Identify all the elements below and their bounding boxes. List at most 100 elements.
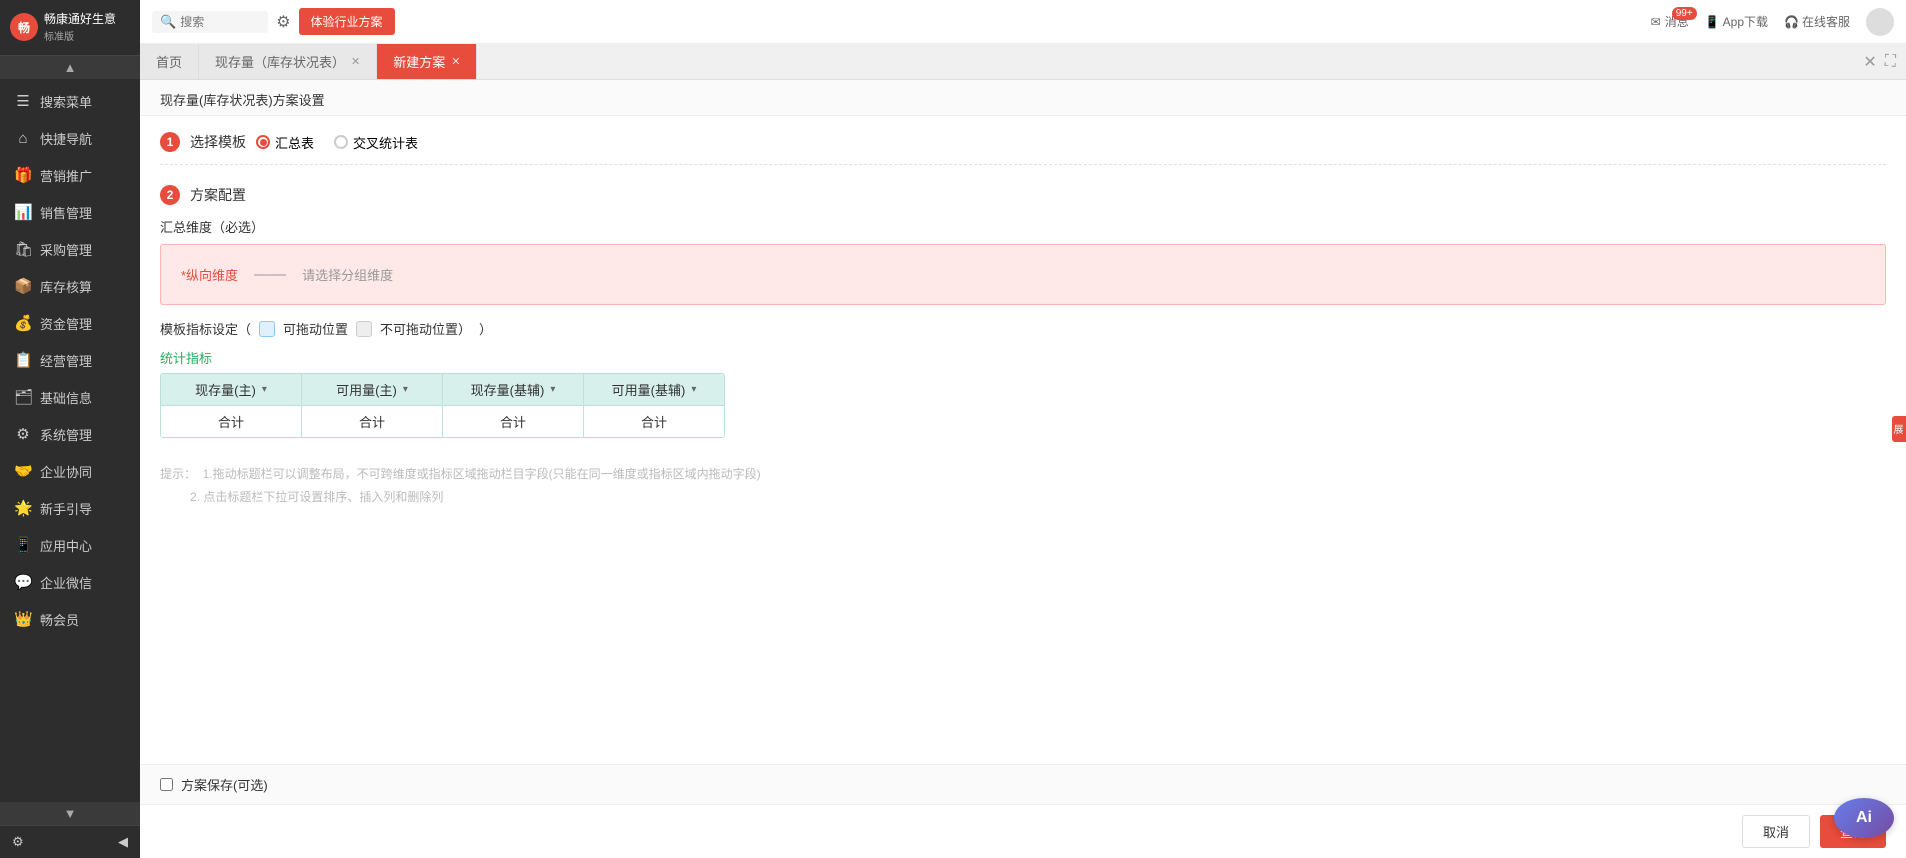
stat-col-1-header[interactable]: 可用量(主) ▾ (302, 374, 442, 406)
sidebar-nav: ☰ 搜索菜单 ⌂ 快捷导航 🎁 营销推广 📊 销售管理 🛍 采购管理 📦 库存核… (0, 79, 140, 802)
tabs-bar: 首页 现存量（库存状况表） ✕ 新建方案 ✕ ✕ ⛶ (140, 44, 1906, 80)
stat-col-3-cell: 合计 (584, 406, 724, 437)
stat-col-0-cell: 合计 (161, 406, 301, 437)
sidebar-item-management-label: 经营管理 (40, 351, 92, 370)
industry-btn[interactable]: 体验行业方案 (299, 8, 395, 35)
save-checkbox[interactable] (160, 778, 173, 791)
stat-col-2: 现存量(基辅) ▾ 合计 (443, 374, 584, 437)
stat-col-3: 可用量(基辅) ▾ 合计 (584, 374, 724, 437)
tab-new-plan[interactable]: 新建方案 ✕ (377, 44, 477, 79)
dim-dash: —— (254, 266, 286, 284)
online-service-btn[interactable]: 🎧 在线客服 (1784, 13, 1850, 30)
step2-section: 2 方案配置 汇总维度（必选） *纵向维度 —— 请选择分组维度 模板指标设 (160, 185, 1886, 519)
tab-inventory-close[interactable]: ✕ (351, 55, 360, 68)
stat-col-1-cell: 合计 (302, 406, 442, 437)
messages-badge: 99+ (1672, 7, 1697, 20)
settings-icon[interactable]: ⚙ (276, 12, 290, 32)
app-download-btn[interactable]: 📱 App下载 (1705, 13, 1768, 30)
cancel-button[interactable]: 取消 (1742, 815, 1810, 848)
chevron-down-icon-3[interactable]: ▾ (691, 384, 696, 395)
tab-new-plan-close[interactable]: ✕ (451, 55, 460, 68)
chevron-down-icon-1[interactable]: ▾ (403, 384, 408, 395)
ai-badge[interactable]: Ai (1834, 798, 1894, 838)
radio-cross[interactable]: 交叉统计表 (334, 133, 418, 152)
step2-label: 方案配置 (190, 185, 246, 205)
step2-title: 2 方案配置 (160, 185, 1886, 205)
radio-summary-circle (256, 135, 270, 149)
sidebar-item-newguide[interactable]: 🌟 新手引导 (0, 490, 140, 527)
stat-col-3-title: 可用量(基辅) (612, 380, 686, 399)
immovable-tag (356, 321, 372, 337)
chevron-down-icon-2[interactable]: ▾ (550, 384, 555, 395)
sidebar-item-wechat[interactable]: 💬 企业微信 (0, 564, 140, 601)
sales-icon: 📊 (14, 203, 32, 221)
sidebar-item-purchase[interactable]: 🛍 采购管理 (0, 231, 140, 268)
stat-col-2-header[interactable]: 现存量(基辅) ▾ (443, 374, 583, 406)
sidebar-item-finance[interactable]: 💰 资金管理 (0, 305, 140, 342)
right-expand-handle[interactable]: 展 (1892, 416, 1906, 442)
gift-icon: 🎁 (14, 166, 32, 184)
tabs-actions: ✕ ⛶ (1853, 52, 1906, 72)
tab-close-all-icon[interactable]: ✕ (1863, 52, 1876, 72)
sidebar-item-basicinfo-label: 基础信息 (40, 388, 92, 407)
page-breadcrumb: 现存量(库存状况表)方案设置 (140, 80, 1906, 116)
stat-table-header: 现存量(主) ▾ 合计 可用量(主) ▾ 合计 (161, 374, 724, 437)
indicator-setting-row: 模板指标设定（ 可拖动位置 不可拖动位置） ） (160, 319, 1886, 338)
sidebar-item-cooperation[interactable]: 🤝 企业协同 (0, 453, 140, 490)
sidebar-scroll-down[interactable]: ▼ (0, 802, 140, 825)
sidebar-item-newguide-label: 新手引导 (40, 499, 92, 518)
radio-cross-label: 交叉统计表 (353, 133, 418, 152)
stat-col-0-header[interactable]: 现存量(主) ▾ (161, 374, 301, 406)
sidebar-item-vip[interactable]: 👑 畅会员 (0, 601, 140, 638)
stat-col-0-title: 现存量(主) (195, 380, 256, 399)
sidebar-collapse-icon[interactable]: ◀ (118, 834, 128, 850)
stat-col-2-title: 现存量(基辅) (471, 380, 545, 399)
footer-buttons: 取消 查询 (140, 804, 1906, 858)
sidebar-item-marketing-label: 营销推广 (40, 166, 92, 185)
message-icon: ✉ (1651, 15, 1661, 29)
cooperation-icon: 🤝 (14, 462, 32, 480)
step2-badge: 2 (160, 185, 180, 205)
sidebar-scroll-up[interactable]: ▲ (0, 56, 140, 79)
sidebar-item-basicinfo[interactable]: 🗂 基础信息 (0, 379, 140, 416)
messages-btn[interactable]: ✉ 消息 99+ (1651, 13, 1689, 30)
search-box[interactable]: 🔍 (152, 11, 268, 33)
save-row: 方案保存(可选) (140, 764, 1906, 804)
tab-resize-icon[interactable]: ⛶ (1885, 53, 1896, 71)
search-input[interactable] (180, 15, 260, 29)
sidebar-item-management[interactable]: 📋 经营管理 (0, 342, 140, 379)
movable-label: 可拖动位置 (283, 319, 348, 338)
user-avatar[interactable] (1866, 8, 1894, 36)
save-label: 方案保存(可选) (181, 775, 268, 794)
topbar-right: ✉ 消息 99+ 📱 App下载 🎧 在线客服 (1651, 8, 1894, 36)
sidebar-item-search[interactable]: ☰ 搜索菜单 (0, 83, 140, 120)
search-menu-icon: ☰ (14, 92, 32, 110)
stat-col-3-header[interactable]: 可用量(基辅) ▾ (584, 374, 724, 406)
sidebar-item-cooperation-label: 企业协同 (40, 462, 92, 481)
tab-inventory-label: 现存量（库存状况表） (215, 52, 345, 71)
tab-inventory[interactable]: 现存量（库存状况表） ✕ (199, 44, 377, 79)
sidebar-item-marketing[interactable]: 🎁 营销推广 (0, 157, 140, 194)
sidebar-item-appcenter[interactable]: 📱 应用中心 (0, 527, 140, 564)
radio-summary[interactable]: 汇总表 (256, 133, 314, 152)
template-radio-group: 汇总表 交叉统计表 (256, 133, 418, 152)
headset-icon: 🎧 (1784, 15, 1799, 29)
radio-cross-circle (334, 135, 348, 149)
step1-section: 1 选择模板 汇总表 交叉统计表 (160, 132, 1886, 165)
sidebar-item-inventory[interactable]: 📦 库存核算 (0, 268, 140, 305)
tab-home-label: 首页 (156, 52, 182, 71)
sidebar-item-sysadmin[interactable]: ⚙ 系统管理 (0, 416, 140, 453)
sidebar-item-quicknav[interactable]: ⌂ 快捷导航 (0, 120, 140, 157)
sidebar-logo: 畅 畅康通好生意 标准版 (0, 0, 140, 56)
chevron-down-icon-0[interactable]: ▾ (262, 384, 267, 395)
ai-badge-text: Ai (1856, 809, 1872, 827)
tab-home[interactable]: 首页 (140, 44, 199, 79)
sidebar-item-purchase-label: 采购管理 (40, 240, 92, 259)
sidebar-settings-icon[interactable]: ⚙ (12, 834, 24, 850)
stat-col-2-cell: 合计 (443, 406, 583, 437)
indicator-title-text: 模板指标设定（ (160, 319, 251, 338)
dimension-select-area[interactable]: *纵向维度 —— 请选择分组维度 (160, 244, 1886, 305)
immovable-label: 不可拖动位置） (380, 319, 471, 338)
sidebar-item-sales[interactable]: 📊 销售管理 (0, 194, 140, 231)
sidebar-item-search-label: 搜索菜单 (40, 92, 92, 111)
